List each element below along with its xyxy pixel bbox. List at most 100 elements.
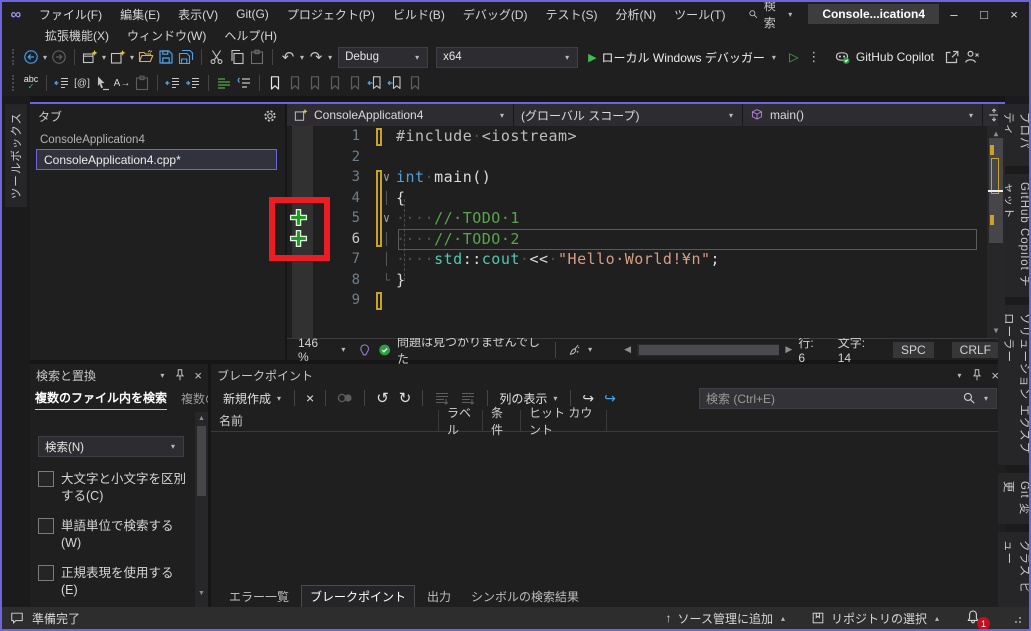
- tabs-settings-gear-icon[interactable]: [263, 109, 277, 123]
- previous-bookmark-folder-button[interactable]: [325, 72, 345, 94]
- line-number[interactable]: 9: [287, 290, 360, 311]
- menu-extensions[interactable]: 拡張機能(X): [36, 25, 118, 46]
- menu-build[interactable]: ビルド(B): [384, 4, 454, 25]
- intellicode-icon[interactable]: [358, 343, 371, 357]
- match-case-checkbox[interactable]: [38, 471, 54, 487]
- solution-platform-combo[interactable]: x64 ▾: [436, 46, 579, 68]
- go-to-disassembly-icon[interactable]: ↪: [600, 388, 620, 409]
- code-text[interactable]: ····std::cout·<<·"Hello·World!¥n";: [396, 249, 720, 270]
- member-dropdown[interactable]: main() ▾: [743, 104, 982, 126]
- decrease-indent-button[interactable]: [163, 72, 183, 94]
- menu-view[interactable]: 表示(V): [169, 4, 227, 25]
- option-regex[interactable]: 正規表現を使用する(E): [38, 565, 188, 599]
- find-scrollbar-thumb[interactable]: [197, 426, 206, 496]
- menu-window[interactable]: ウィンドウ(W): [118, 25, 215, 46]
- start-debugging-button[interactable]: ▶ ローカル Windows デバッガー ▾: [588, 49, 778, 66]
- maximize-button[interactable]: □: [969, 3, 999, 25]
- line-numbering-button[interactable]: [52, 72, 72, 94]
- space-mode-indicator[interactable]: SPC: [892, 341, 934, 358]
- tab-find-in-files[interactable]: 複数のファイル内を検索: [35, 386, 168, 410]
- vertical-scrollbar[interactable]: ▲ ▼: [987, 126, 1005, 338]
- menu-git[interactable]: Git(G): [227, 5, 278, 23]
- feedback-message-icon[interactable]: [10, 611, 24, 625]
- zoom-level-combo[interactable]: 146 % ▾: [293, 336, 352, 364]
- navigate-forward-button[interactable]: [49, 46, 69, 68]
- horizontal-scrollbar-thumb[interactable]: [639, 344, 780, 355]
- previous-bookmark-doc-button[interactable]: [365, 72, 385, 94]
- paste-button[interactable]: [247, 46, 267, 68]
- add-new-item-button[interactable]: [108, 46, 128, 68]
- code-cleanup-broom-icon[interactable]: [567, 343, 580, 357]
- regex-checkbox[interactable]: [38, 565, 54, 581]
- find-panel-menu-caret-icon[interactable]: ▾: [158, 371, 166, 380]
- tab-error-list[interactable]: エラー一覧: [221, 586, 297, 607]
- add-to-source-control-button[interactable]: ↑ ソース管理に追加 ▴: [666, 610, 787, 627]
- toolbox-tab[interactable]: ツールボックス: [5, 104, 27, 208]
- increase-indent-button[interactable]: [183, 72, 203, 94]
- add-item-caret-icon[interactable]: ▾: [128, 53, 136, 62]
- project-dropdown[interactable]: ConsoleApplication4 ▾: [287, 104, 513, 126]
- open-file-button[interactable]: [136, 46, 156, 68]
- pin-icon[interactable]: [970, 368, 984, 382]
- tab-breakpoints[interactable]: ブレークポイント: [301, 584, 416, 608]
- code-line[interactable]: 3 ∨ int·main(): [287, 167, 1005, 188]
- toggle-all-breakpoints-icon[interactable]: [333, 388, 357, 408]
- scroll-right-icon[interactable]: ▶: [785, 344, 792, 355]
- paste-special-button[interactable]: [132, 72, 152, 94]
- undo-icon[interactable]: ↺: [372, 387, 393, 409]
- code-line[interactable]: 4 │{: [287, 188, 1005, 209]
- close-button[interactable]: ×: [999, 3, 1029, 25]
- clear-bookmarks-button[interactable]: [405, 72, 425, 94]
- tab-replace-in-files[interactable]: 複数の: [181, 387, 208, 410]
- menu-tools[interactable]: ツール(T): [665, 4, 734, 25]
- breakpoints-list-empty[interactable]: [211, 432, 1005, 585]
- code-text[interactable]: int·main(): [396, 167, 491, 188]
- comment-selection-button[interactable]: [214, 72, 234, 94]
- menu-help[interactable]: ヘルプ(H): [215, 25, 286, 46]
- toolbar-grip[interactable]: [12, 49, 17, 65]
- code-editor-surface[interactable]: 1 #include·<iostream> 2 3 ∨ int·main() 4 │{5 ∨ ··…: [287, 126, 1005, 338]
- code-line[interactable]: 2: [287, 147, 1005, 168]
- scroll-down-icon[interactable]: ▼: [987, 326, 1005, 335]
- find-scroll-down-icon[interactable]: ▼: [195, 590, 208, 597]
- tab-git-changes[interactable]: Git 変更: [998, 472, 1029, 524]
- line-indicator[interactable]: 行: 6: [798, 334, 819, 365]
- delete-breakpoint-icon[interactable]: ×: [302, 388, 318, 408]
- horizontal-scrollbar[interactable]: [637, 343, 780, 356]
- line-number[interactable]: 1: [287, 126, 360, 147]
- github-copilot-button[interactable]: GitHub Copilot: [834, 49, 934, 65]
- line-number[interactable]: 3: [287, 167, 360, 188]
- menu-analyze[interactable]: 分析(N): [606, 4, 665, 25]
- option-whole-word[interactable]: 単語単位で検索する(W): [38, 518, 188, 552]
- next-bookmark-button[interactable]: [305, 72, 325, 94]
- find-panel-close-icon[interactable]: ×: [194, 368, 202, 383]
- tab-symbol-results[interactable]: シンボルの検索結果: [463, 586, 587, 607]
- toolbar-overflow-icon[interactable]: ⋮: [804, 46, 824, 68]
- account-button[interactable]: [962, 46, 982, 68]
- navigate-back-button[interactable]: [21, 46, 41, 68]
- undo-caret-icon[interactable]: ▾: [298, 53, 306, 62]
- bp-panel-menu-caret-icon[interactable]: ▾: [955, 371, 963, 380]
- tab-output[interactable]: 出力: [419, 586, 459, 607]
- pin-icon[interactable]: [173, 368, 187, 382]
- column-indicator[interactable]: 文字: 14: [838, 334, 875, 365]
- toggle-bookmark-button[interactable]: [265, 72, 285, 94]
- toolbar2-grip[interactable]: [12, 75, 17, 91]
- quick-info-button[interactable]: [@]: [72, 72, 92, 94]
- code-text[interactable]: #include·<iostream>: [396, 126, 577, 147]
- save-button[interactable]: [156, 46, 176, 68]
- uncomment-selection-button[interactable]: [234, 72, 254, 94]
- menu-test[interactable]: テスト(S): [536, 4, 606, 25]
- tab-class-view[interactable]: クラス ビュー: [998, 531, 1029, 607]
- redo-icon[interactable]: ↻: [395, 387, 416, 409]
- column-name[interactable]: 名前: [211, 410, 439, 431]
- start-without-debugging-button[interactable]: ▷: [784, 46, 804, 68]
- select-repository-button[interactable]: リポジトリの選択 ▴: [811, 610, 941, 627]
- code-line[interactable]: 5 ∨ ····//·TODO·1: [287, 208, 1005, 229]
- new-project-button[interactable]: [80, 46, 100, 68]
- code-line[interactable]: 1 #include·<iostream>: [287, 126, 1005, 147]
- cut-button[interactable]: [207, 46, 227, 68]
- redo-caret-icon[interactable]: ▾: [326, 53, 334, 62]
- notifications-button[interactable]: 1: [965, 609, 990, 629]
- code-line[interactable]: 9: [287, 290, 1005, 311]
